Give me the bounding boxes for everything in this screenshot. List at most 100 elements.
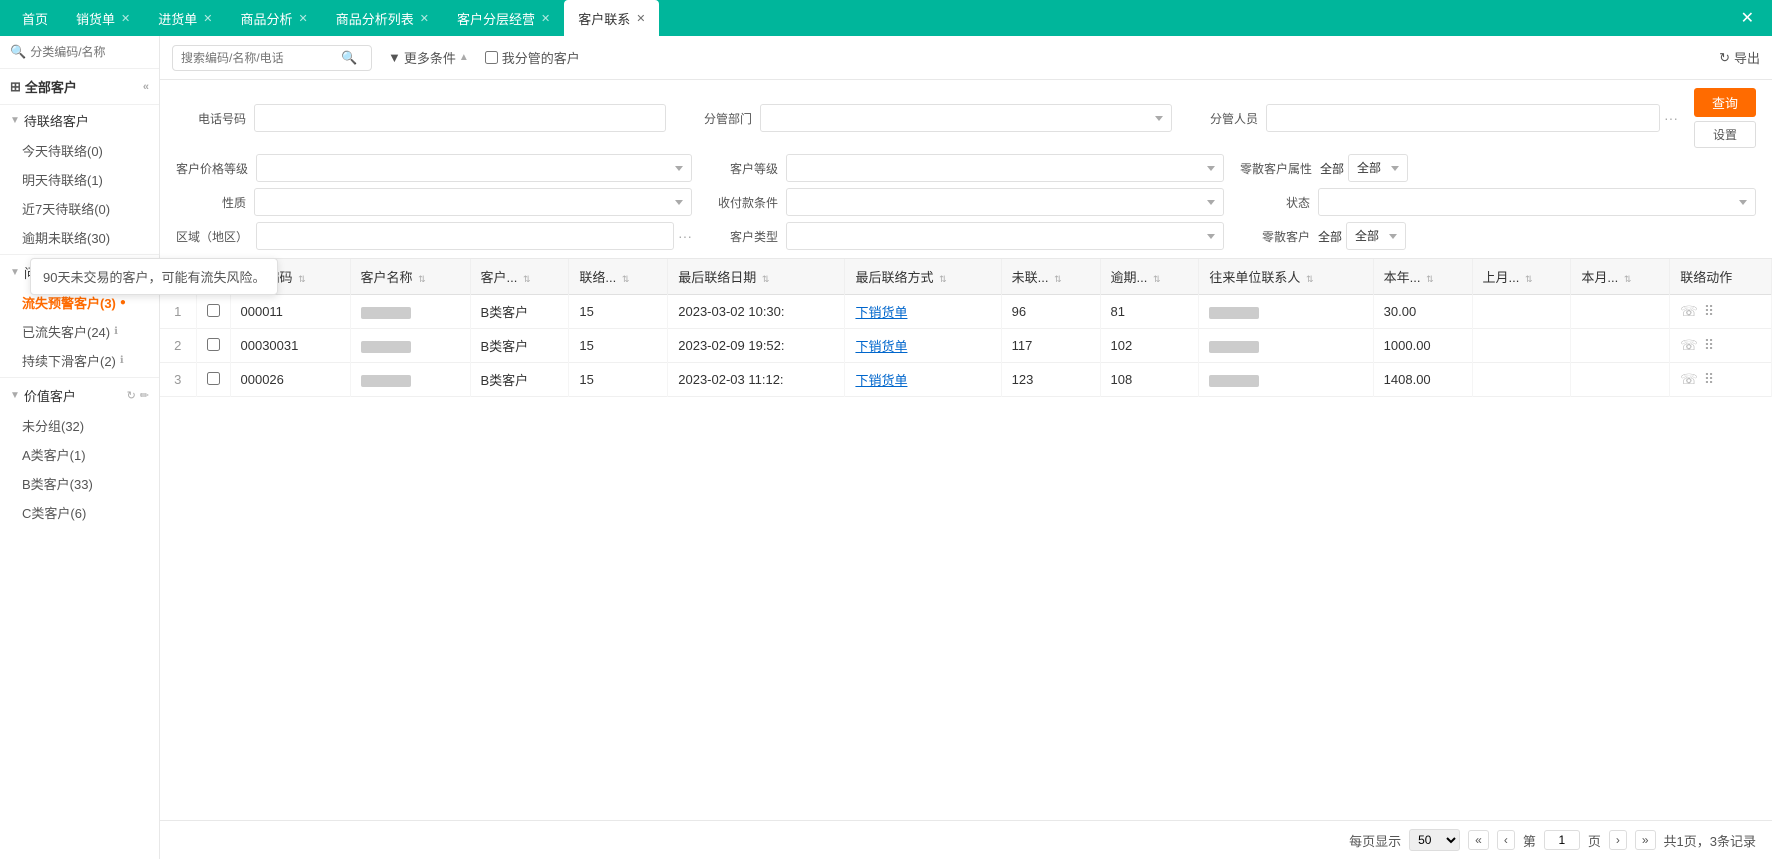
edit-icon[interactable]: ✏ <box>140 389 149 402</box>
filter-phone-label: 电话号码 <box>176 110 246 127</box>
tab-productanalysis[interactable]: 商品分析 ✕ <box>226 0 321 36</box>
tab-salesorder-close[interactable]: ✕ <box>121 12 130 25</box>
per-page-select[interactable]: 50 100 <box>1409 829 1460 851</box>
th-contact-count[interactable]: 联络... ⇅ <box>569 259 668 295</box>
filter-person-ellipsis[interactable]: ··· <box>1664 110 1678 126</box>
sidebar-all-customers[interactable]: ⊞ 全部客户 « <box>0 69 159 105</box>
row-1-more-icon[interactable]: ⠿ <box>1704 303 1714 320</box>
filter-person-input[interactable] <box>1266 104 1660 132</box>
row-3-more-icon[interactable]: ⠿ <box>1704 371 1714 388</box>
sidebar-item-today[interactable]: 今天待联络(0) <box>0 136 159 165</box>
filter-region-ellipsis[interactable]: ··· <box>678 228 692 244</box>
query-button[interactable]: 查询 <box>1694 88 1756 117</box>
my-customers-checkbox-row[interactable]: 我分管的客户 <box>485 48 580 67</box>
th-type[interactable]: 客户... ⇅ <box>470 259 569 295</box>
tab-customercontact[interactable]: 客户联系 ✕ <box>564 0 659 36</box>
filter-phone-input[interactable] <box>254 104 666 132</box>
tab-customerlevel[interactable]: 客户分层经营 ✕ <box>443 0 564 36</box>
row-1-last-month <box>1472 295 1571 329</box>
export-button[interactable]: ↻ 导出 <box>1719 48 1760 67</box>
th-last-month[interactable]: 上月... ⇅ <box>1472 259 1571 295</box>
window-close-button[interactable]: ✕ <box>1731 8 1764 28</box>
sidebar-item-b-class[interactable]: B类客户(33) <box>0 469 159 498</box>
th-current-year[interactable]: 本年... ⇅ <box>1373 259 1472 295</box>
filter-nature-select[interactable] <box>254 188 692 216</box>
row-2-method-link[interactable]: 下销货单 <box>855 339 907 354</box>
sort-icon-contact-person: ⇅ <box>1306 274 1314 284</box>
row-2-contact-icon[interactable]: ☏ <box>1680 337 1698 354</box>
th-last-method[interactable]: 最后联络方式 ⇅ <box>845 259 1001 295</box>
filter-dept-select[interactable] <box>760 104 1172 132</box>
th-overdue[interactable]: 逾期... ⇅ <box>1100 259 1199 295</box>
page-input[interactable] <box>1544 830 1580 850</box>
tab-salesorder[interactable]: 销货单 ✕ <box>62 0 144 36</box>
th-contact-person[interactable]: 往来单位联系人 ⇅ <box>1199 259 1373 295</box>
row-3-code: 000026 <box>230 363 350 397</box>
page-prev-btn[interactable]: ‹ <box>1497 830 1515 850</box>
sidebar-item-c-class[interactable]: C类客户(6) <box>0 498 159 527</box>
row-3-checkbox[interactable] <box>196 363 230 397</box>
refresh-icon[interactable]: ↻ <box>127 389 136 402</box>
row-2-check[interactable] <box>207 338 220 351</box>
filter-payment-select[interactable] <box>786 188 1224 216</box>
row-3-contact-icon[interactable]: ☏ <box>1680 371 1698 388</box>
th-name[interactable]: 客户名称 ⇅ <box>350 259 470 295</box>
sidebar-item-churned[interactable]: 已流失客户(24) ℹ <box>0 317 159 346</box>
my-customers-checkbox[interactable] <box>485 51 498 64</box>
filter-retail-attr-select[interactable]: 全部 <box>1348 154 1408 182</box>
th-current-month[interactable]: 本月... ⇅ <box>1571 259 1670 295</box>
filter-price-level-select[interactable] <box>256 154 692 182</box>
filter-retail-attr-wrap: 全部 <box>1348 154 1408 182</box>
page-last-btn[interactable]: » <box>1635 830 1656 850</box>
toolbar-search-btn[interactable]: 🔍 <box>341 50 357 66</box>
th-unlink-label: 未联... <box>1012 270 1049 285</box>
filter-button[interactable]: ▼ 更多条件 ▲ <box>380 44 477 71</box>
tab-customerlevel-close[interactable]: ✕ <box>541 12 550 25</box>
tab-purchaseorder-close[interactable]: ✕ <box>203 12 212 25</box>
sidebar-item-overdue[interactable]: 逾期未联络(30) <box>0 223 159 252</box>
sidebar-group-pending[interactable]: ▼ 待联络客户 <box>0 105 159 136</box>
row-1-method-link[interactable]: 下销货单 <box>855 305 907 320</box>
settings-button[interactable]: 设置 <box>1694 121 1756 148</box>
filter-retail-customer-select[interactable]: 全部 <box>1346 222 1406 250</box>
filter-customer-type-select[interactable] <box>786 222 1224 250</box>
page-next-btn[interactable]: › <box>1609 830 1627 850</box>
sidebar-item-ungrouped[interactable]: 未分组(32) <box>0 411 159 440</box>
tab-home[interactable]: 首页 <box>8 0 62 36</box>
filter-row-1: 电话号码 分管部门 分管人员 ··· 查询 <box>176 88 1756 148</box>
row-1-check[interactable] <box>207 304 220 317</box>
th-overdue-label: 逾期... <box>1111 270 1148 285</box>
row-3-name: ██████ <box>350 363 470 397</box>
row-3-last-method[interactable]: 下销货单 <box>845 363 1001 397</box>
row-3-check[interactable] <box>207 372 220 385</box>
row-1-unlink: 96 <box>1001 295 1100 329</box>
filter-customer-level-select[interactable] <box>786 154 1224 182</box>
row-1-last-method[interactable]: 下销货单 <box>845 295 1001 329</box>
row-2-last-method[interactable]: 下销货单 <box>845 329 1001 363</box>
sidebar-search-input[interactable] <box>30 45 149 59</box>
page-first-btn[interactable]: « <box>1468 830 1489 850</box>
tab-productanalysis-close[interactable]: ✕ <box>299 12 308 25</box>
tab-customercontact-close[interactable]: ✕ <box>636 12 645 25</box>
sidebar-item-tomorrow[interactable]: 明天待联络(1) <box>0 165 159 194</box>
tab-purchaseorder[interactable]: 进货单 ✕ <box>144 0 226 36</box>
toolbar-search-box[interactable]: 🔍 <box>172 45 372 71</box>
sidebar-item-declining[interactable]: 持续下滑客户(2) ℹ <box>0 346 159 375</box>
tab-productanalysislist[interactable]: 商品分析列表 ✕ <box>322 0 443 36</box>
sidebar-item-7days[interactable]: 近7天待联络(0) <box>0 194 159 223</box>
toolbar-search-input[interactable] <box>181 51 341 65</box>
th-unlink[interactable]: 未联... ⇅ <box>1001 259 1100 295</box>
sidebar-collapse-icon[interactable]: « <box>143 81 149 93</box>
sidebar-item-a-class[interactable]: A类客户(1) <box>0 440 159 469</box>
filter-payment-label: 收付款条件 <box>708 194 778 211</box>
row-2-more-icon[interactable]: ⠿ <box>1704 337 1714 354</box>
sidebar-group-value[interactable]: ▼ 价值客户 ↻ ✏ <box>0 380 159 411</box>
filter-status-select[interactable] <box>1318 188 1756 216</box>
filter-region-input[interactable] <box>256 222 674 250</box>
tab-productanalysislist-close[interactable]: ✕ <box>420 12 429 25</box>
row-1-checkbox[interactable] <box>196 295 230 329</box>
th-last-date[interactable]: 最后联络日期 ⇅ <box>668 259 845 295</box>
row-3-method-link[interactable]: 下销货单 <box>855 373 907 388</box>
row-1-contact-icon[interactable]: ☏ <box>1680 303 1698 320</box>
row-2-checkbox[interactable] <box>196 329 230 363</box>
